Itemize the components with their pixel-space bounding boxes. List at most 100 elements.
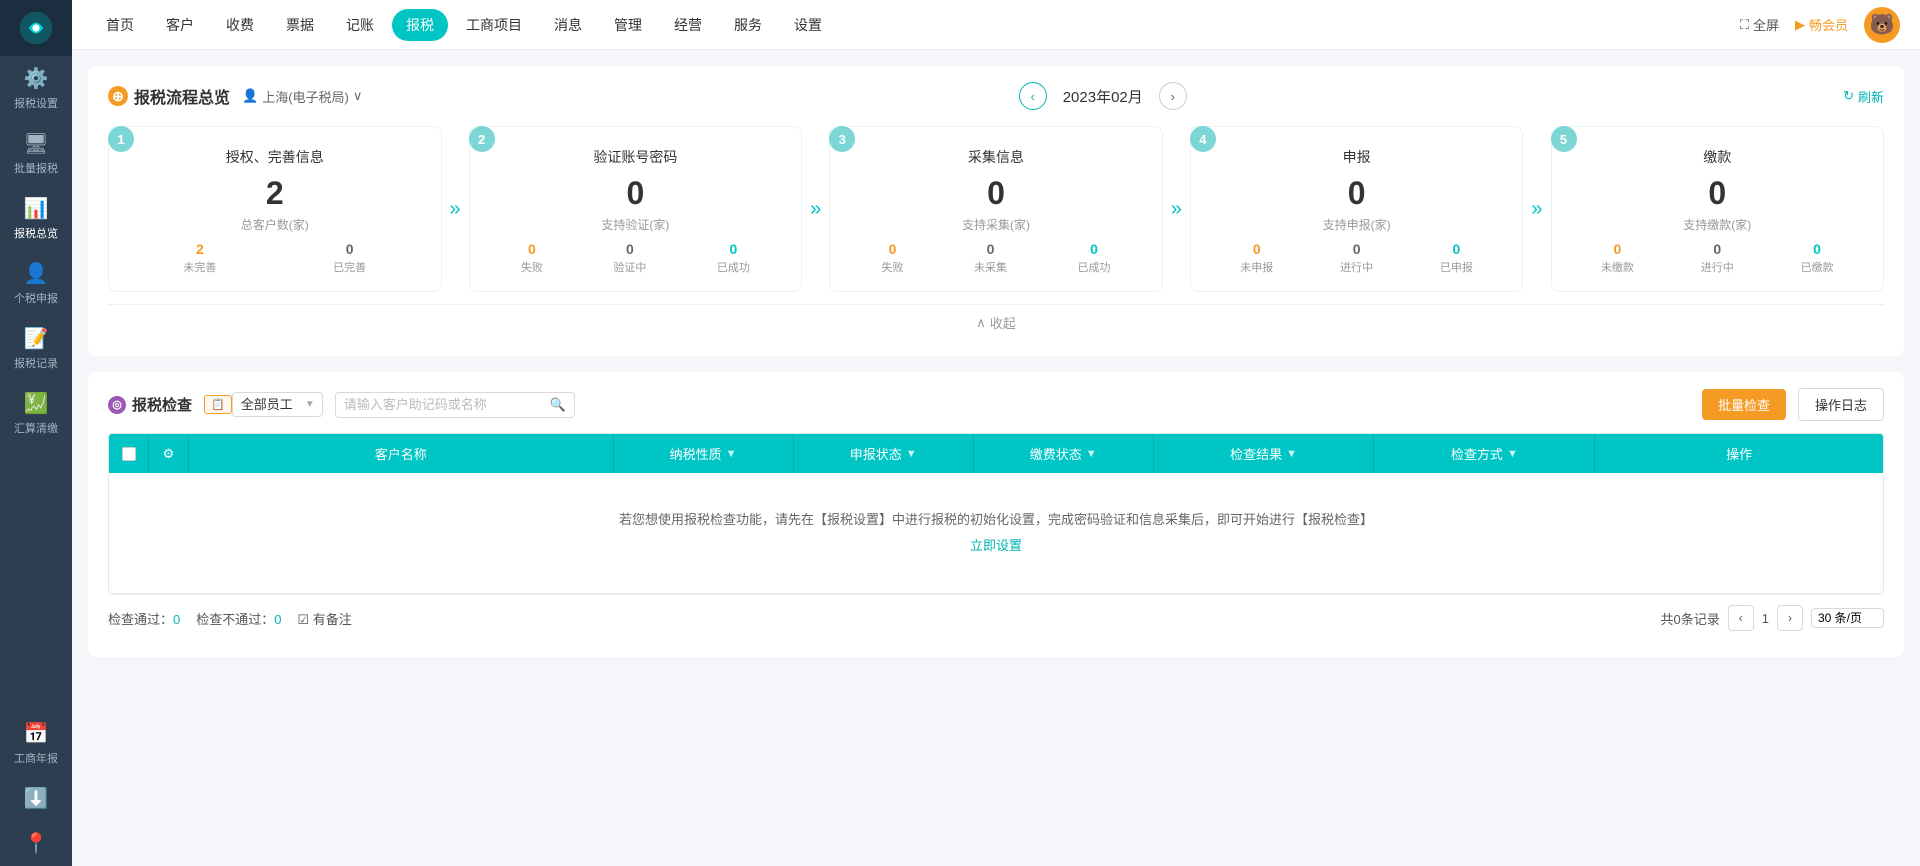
check-pass-stat: 检查通过：0 (108, 609, 180, 628)
employee-filter-wrap: 📋 全部员工 ▼ (204, 392, 323, 417)
nav-home[interactable]: 首页 (92, 9, 148, 41)
tax-overview-icon: 📊 (24, 196, 49, 221)
operation-log-button[interactable]: 操作日志 (1798, 388, 1884, 421)
sidebar-item-business-annual[interactable]: 📅 工商年报 (0, 711, 72, 776)
nav-tax[interactable]: 报税 (392, 9, 448, 41)
sidebar: ⚙️ 报税设置 🖥 批量报税 📊 报税总览 👤 个税申报 📝 报税记录 💹 汇算… (0, 0, 72, 866)
setup-link[interactable]: 立即设置 (970, 533, 1022, 559)
step-5-stat-0: 0 未缴款 (1601, 241, 1634, 275)
pay-filter-icon[interactable]: ▼ (1086, 448, 1097, 460)
nav-business[interactable]: 工商项目 (452, 9, 536, 41)
sidebar-item-clearance[interactable]: 💹 汇算清缴 (0, 381, 72, 446)
nav-settings[interactable]: 设置 (780, 9, 836, 41)
th-gear[interactable]: ⚙ (149, 434, 189, 473)
tax-filter-icon[interactable]: ▼ (726, 448, 737, 460)
th-action: 操作 (1595, 434, 1883, 473)
check-card: ◎ 报税检查 📋 全部员工 ▼ 🔍 批量检查 操作日志 (88, 372, 1904, 657)
step-5-stats: 0 未缴款 0 进行中 0 已缴款 (1568, 241, 1868, 275)
result-filter-icon[interactable]: ▼ (1286, 448, 1297, 460)
location-tag[interactable]: 👤 上海(电子税局) ∨ (242, 87, 362, 106)
step-2-stat-0: 0 失败 (521, 241, 543, 275)
collapse-up-icon: ∧ (976, 315, 986, 331)
sidebar-item-download[interactable]: ⬇️ (0, 776, 72, 821)
th-client-name: 客户名称 (189, 434, 614, 473)
step-3-stat-0: 0 失败 (882, 241, 904, 275)
nav-accounting[interactable]: 记账 (332, 9, 388, 41)
month-nav: ‹ 2023年02月 › (1019, 82, 1187, 110)
nav-message[interactable]: 消息 (540, 9, 596, 41)
step-1-card: 1 授权、完善信息 2 总客户数(家) 2 未完善 0 已完善 (108, 126, 442, 292)
batch-check-button[interactable]: 批量检查 (1702, 389, 1786, 420)
location-user-icon: 👤 (242, 88, 258, 104)
search-box: 🔍 (335, 392, 575, 418)
avatar[interactable]: 🐻 (1864, 7, 1900, 43)
step-5-number: 5 (1551, 126, 1577, 152)
location-icon: 📍 (24, 831, 49, 856)
fullscreen-button[interactable]: ⛶ 全屏 (1740, 15, 1779, 34)
vip-button[interactable]: ▶ 畅会员 (1795, 15, 1848, 34)
top-nav-right: ⛶ 全屏 ▶ 畅会员 🐻 (1740, 7, 1900, 43)
sidebar-item-tax-overview[interactable]: 📊 报税总览 (0, 186, 72, 251)
per-page-select[interactable]: 30 条/页 (1811, 608, 1884, 628)
step-3-stat-1: 0 未采集 (974, 241, 1007, 275)
tax-records-icon: 📝 (24, 326, 49, 351)
table-footer: 检查通过：0 检查不通过：0 ☑ 有备注 共0条记录 ‹ 1 › 30 条/页 (108, 594, 1884, 641)
nav-operation[interactable]: 经营 (660, 9, 716, 41)
sidebar-item-tax-records[interactable]: 📝 报税记录 (0, 316, 72, 381)
page-next-button[interactable]: › (1777, 605, 1803, 631)
step-4-stat-0: 0 未申报 (1240, 241, 1273, 275)
arrow-3-4: » (1163, 126, 1190, 292)
step-3-stats: 0 失败 0 未采集 0 已成功 (846, 241, 1146, 275)
pagination: 共0条记录 ‹ 1 › 30 条/页 (1661, 605, 1884, 631)
nav-service[interactable]: 服务 (720, 9, 776, 41)
month-next-button[interactable]: › (1159, 82, 1187, 110)
nav-fee[interactable]: 收费 (212, 9, 268, 41)
sidebar-item-tax-settings[interactable]: ⚙️ 报税设置 (0, 56, 72, 121)
nav-manage[interactable]: 管理 (600, 9, 656, 41)
content-area: ⊕ 报税流程总览 👤 上海(电子税局) ∨ ‹ 2023年02月 › ↻ 刷新 (72, 50, 1920, 866)
method-filter-icon[interactable]: ▼ (1507, 448, 1518, 460)
nav-invoice[interactable]: 票据 (272, 9, 328, 41)
tax-settings-icon: ⚙️ (24, 66, 49, 91)
search-input[interactable] (344, 397, 544, 412)
step-5-stat-2: 0 已缴款 (1801, 241, 1834, 275)
month-prev-button[interactable]: ‹ (1019, 82, 1047, 110)
report-filter-icon[interactable]: ▼ (906, 448, 917, 460)
process-steps: 1 授权、完善信息 2 总客户数(家) 2 未完善 0 已完善 (108, 126, 1884, 292)
app-logo[interactable] (0, 0, 72, 56)
nav-items: 首页 客户 收费 票据 记账 报税 工商项目 消息 管理 经营 服务 设置 (92, 9, 1740, 41)
nav-client[interactable]: 客户 (152, 9, 208, 41)
location-chevron-icon: ∨ (353, 88, 363, 104)
step-2-stat-1: 0 验证中 (613, 241, 646, 275)
gear-icon: ⚙ (163, 446, 175, 462)
check-fail-stat: 检查不通过：0 (196, 609, 281, 628)
th-pay-status: 缴费状态 ▼ (974, 434, 1154, 473)
table-body-empty: 若您想使用报税检查功能，请先在【报税设置】中进行报税的初始化设置，完成密码验证和… (109, 473, 1883, 593)
step-2-card: 2 验证账号密码 0 支持验证(家) 0 失败 0 验证中 (469, 126, 803, 292)
refresh-button[interactable]: ↻ 刷新 (1843, 87, 1884, 106)
step-2-stats: 0 失败 0 验证中 0 已成功 (486, 241, 786, 275)
check-table: ⚙ 客户名称 纳税性质 ▼ 申报状态 ▼ 缴费状态 ▼ (108, 433, 1884, 594)
step-4-stats: 0 未申报 0 进行中 0 已申报 (1207, 241, 1507, 275)
clearance-icon: 💹 (24, 391, 49, 416)
sidebar-item-batch-tax[interactable]: 🖥 批量报税 (0, 121, 72, 186)
step-4-stat-2: 0 已申报 (1440, 241, 1473, 275)
sidebar-item-location[interactable]: 📍 (0, 821, 72, 866)
collapse-button[interactable]: ∧ 收起 (108, 304, 1884, 340)
th-tax-nature: 纳税性质 ▼ (614, 434, 794, 473)
check-icon: ◎ (108, 396, 126, 414)
personal-tax-icon: 👤 (24, 261, 49, 286)
header-checkbox[interactable] (122, 447, 136, 461)
search-icon[interactable]: 🔍 (550, 397, 566, 413)
pass-count-link[interactable]: 0 (173, 612, 180, 627)
step-4-number: 4 (1190, 126, 1216, 152)
employee-filter[interactable]: 全部员工 (232, 392, 323, 417)
page-prev-button[interactable]: ‹ (1728, 605, 1754, 631)
main-area: 首页 客户 收费 票据 记账 报税 工商项目 消息 管理 经营 服务 设置 ⛶ … (72, 0, 1920, 866)
th-checkbox[interactable] (109, 434, 149, 473)
check-title: ◎ 报税检查 (108, 394, 192, 415)
sidebar-item-personal-tax[interactable]: 👤 个税申报 (0, 251, 72, 316)
step-4-stat-1: 0 进行中 (1340, 241, 1373, 275)
step-1-stat-0: 2 未完善 (183, 241, 216, 275)
fail-count-link[interactable]: 0 (274, 612, 281, 627)
